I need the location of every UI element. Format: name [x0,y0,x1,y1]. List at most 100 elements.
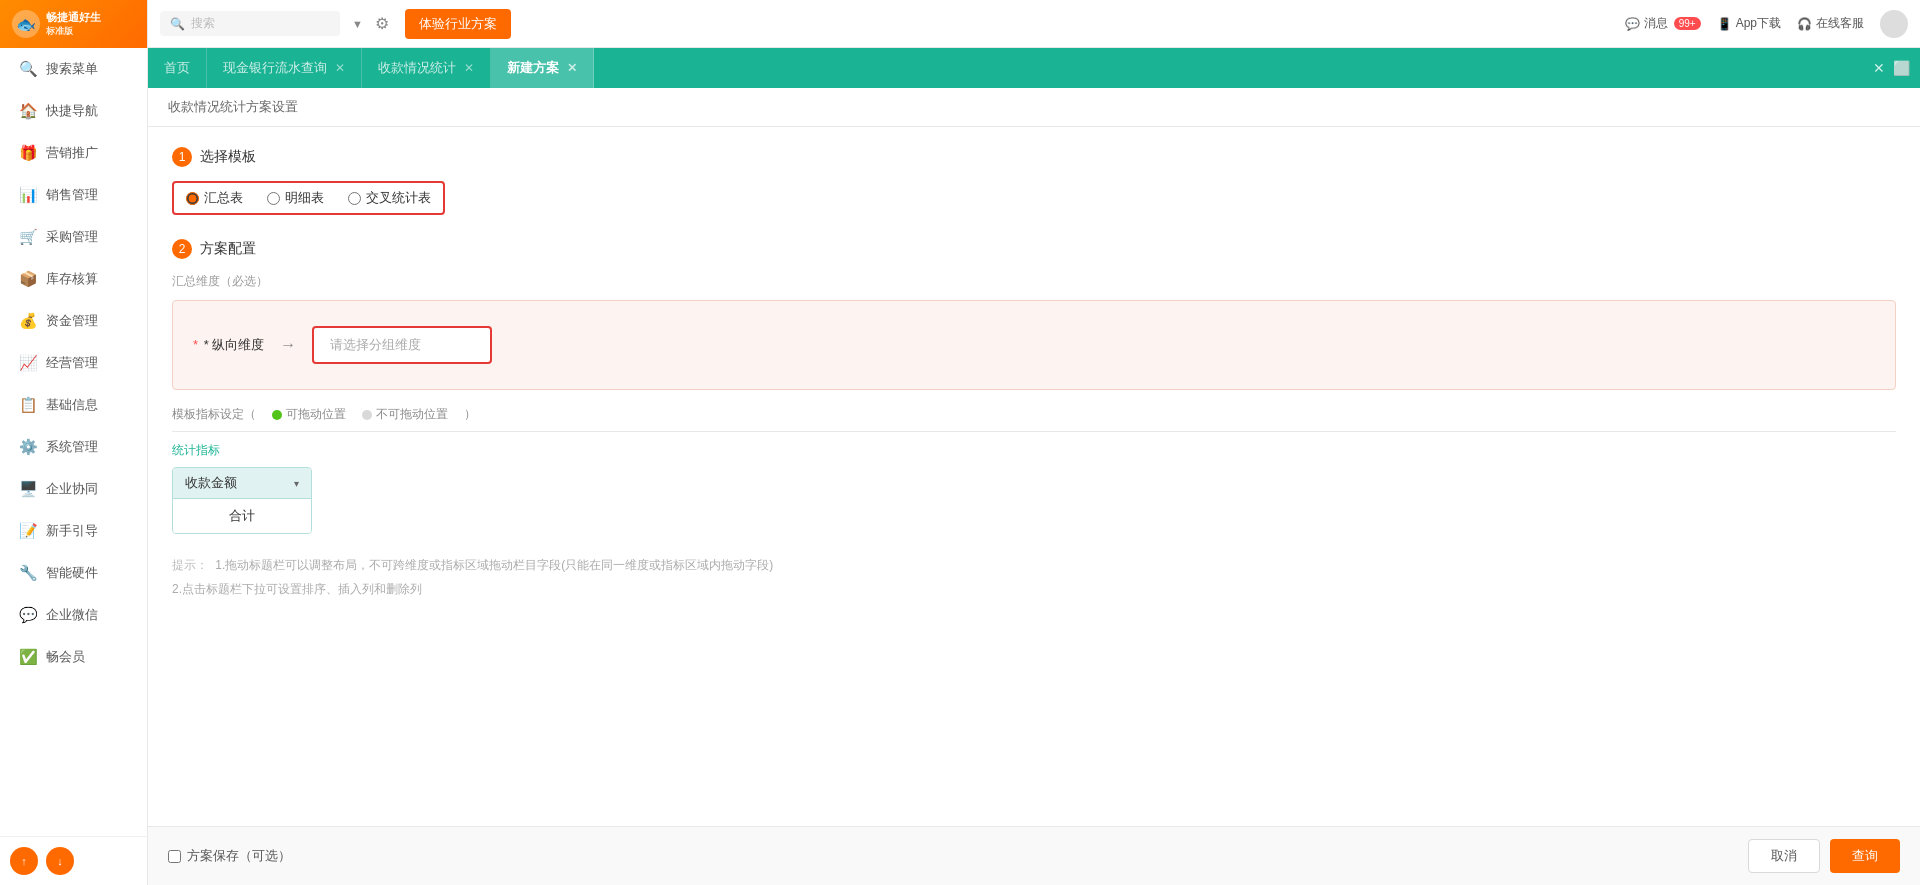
sidebar-footer-icon2[interactable]: ↓ [46,847,74,875]
template-radio-detail[interactable] [267,192,280,205]
system-icon: ⚙️ [19,438,38,456]
tabs-bar: 首页 现金银行流水查询 ✕ 收款情况统计 ✕ 新建方案 ✕ ✕ ⬜ [148,48,1920,88]
trial-button[interactable]: 体验行业方案 [405,9,511,39]
sidebar-item-sales[interactable]: 📊 销售管理 [0,174,147,216]
operations-icon: 📈 [19,354,38,372]
hardware-icon: 🔧 [19,564,38,582]
cancel-button[interactable]: 取消 [1748,839,1820,873]
funds-icon: 💰 [19,312,38,330]
save-checkbox[interactable] [168,850,181,863]
template-option-detail[interactable]: 明细表 [267,189,324,207]
sidebar-item-member[interactable]: ✅ 畅会员 [0,636,147,678]
sidebar-item-search-menu[interactable]: 🔍 搜索菜单 [0,48,147,90]
tab-new-plan[interactable]: 新建方案 ✕ [491,48,594,88]
save-option[interactable]: 方案保存（可选） [168,847,291,865]
metrics-table: 收款金额 ▾ 合计 [172,467,312,534]
logo-icon: 🐟 [12,10,40,38]
inventory-icon: 📦 [19,270,38,288]
tabs-close-icon[interactable]: ✕ [1873,60,1885,76]
form-area: 1 选择模板 汇总表 明细表 交叉统计表 [148,127,1920,826]
sidebar: 🐟 畅捷通好生 标准版 🔍 搜索菜单 🏠 快捷导航 🎁 营销推广 📊 销售管理 … [0,0,148,885]
draggable-legend: 可拖动位置 [272,406,346,423]
bottom-actions: 取消 查询 [1748,839,1900,873]
topbar-right: 💬 消息 99+ 📱 App下载 🎧 在线客服 [1625,10,1908,38]
app-download-button[interactable]: 📱 App下载 [1717,15,1781,32]
content-area: 收款情况统计方案设置 1 选择模板 汇总表 明细表 [148,88,1920,885]
dimension-arrow-icon: → [280,336,296,354]
dimension-area: * * 纵向维度 → 请选择分组维度 [172,300,1896,390]
marketing-icon: 🎁 [19,144,38,162]
summary-dimension-label: 汇总维度（必选） [172,273,1896,290]
metrics-config-header: 模板指标设定（ 可拖动位置 不可拖动位置 ） [172,406,1896,432]
metrics-section-label: 统计指标 [172,442,1896,459]
sidebar-item-marketing[interactable]: 🎁 营销推广 [0,132,147,174]
service-button[interactable]: 🎧 在线客服 [1797,15,1864,32]
topbar-search[interactable]: 🔍 搜索 [160,11,340,36]
step1-number: 1 [172,147,192,167]
vertical-dimension-label: * * 纵向维度 [193,336,264,354]
step2-section: 2 方案配置 汇总维度（必选） * * 纵向维度 → 请选择分组维度 [172,239,1896,601]
tab-collection-stats-close[interactable]: ✕ [464,61,474,75]
template-option-cross[interactable]: 交叉统计表 [348,189,431,207]
enterprise-icon: 🖥️ [19,480,38,498]
tab-bank-flow[interactable]: 现金银行流水查询 ✕ [207,48,362,88]
template-radio-cross[interactable] [348,192,361,205]
step2-header: 2 方案配置 [172,239,1896,259]
topbar: 🔍 搜索 ▼ ⚙ 体验行业方案 💬 消息 99+ 📱 App下载 🎧 在线客服 [148,0,1920,48]
bottom-bar: 方案保存（可选） 取消 查询 [148,826,1920,885]
sidebar-item-operations[interactable]: 📈 经营管理 [0,342,147,384]
user-avatar[interactable] [1880,10,1908,38]
sidebar-item-hardware[interactable]: 🔧 智能硬件 [0,552,147,594]
metrics-table-header[interactable]: 收款金额 ▾ [173,468,311,499]
sidebar-footer-icon1[interactable]: ↑ [10,847,38,875]
page-title: 收款情况统计方案设置 [148,88,1920,127]
sidebar-item-system[interactable]: ⚙️ 系统管理 [0,426,147,468]
guide-icon: 📝 [19,522,38,540]
step1-header: 1 选择模板 [172,147,1896,167]
query-button[interactable]: 查询 [1830,839,1900,873]
sidebar-nav: 🔍 搜索菜单 🏠 快捷导航 🎁 营销推广 📊 销售管理 🛒 采购管理 📦 库存核… [0,48,147,836]
sidebar-item-basic-info[interactable]: 📋 基础信息 [0,384,147,426]
purchase-icon: 🛒 [19,228,38,246]
step1-title: 选择模板 [200,148,256,166]
tip1: 提示： 1.拖动标题栏可以调整布局，不可跨维度或指标区域拖动栏目字段(只能在同一… [172,553,1896,577]
sidebar-item-purchase[interactable]: 🛒 采购管理 [0,216,147,258]
dimension-select[interactable]: 请选择分组维度 [312,326,492,364]
tab-bank-flow-close[interactable]: ✕ [335,61,345,75]
metrics-table-total-cell: 合计 [173,499,311,533]
messages-button[interactable]: 💬 消息 99+ [1625,15,1701,32]
search-icon: 🔍 [170,17,185,31]
dimension-row: * * 纵向维度 → 请选择分组维度 [193,326,492,364]
member-icon: ✅ [19,648,38,666]
sidebar-item-guide[interactable]: 📝 新手引导 [0,510,147,552]
template-option-summary[interactable]: 汇总表 [186,189,243,207]
sidebar-item-quick-nav[interactable]: 🏠 快捷导航 [0,90,147,132]
sidebar-footer: ↑ ↓ [0,836,147,885]
sales-icon: 📊 [19,186,38,204]
topbar-settings-icon[interactable]: ⚙ [375,14,389,33]
column-header-chevron-icon[interactable]: ▾ [294,478,299,489]
tab-home[interactable]: 首页 [148,48,207,88]
draggable-dot-icon [272,410,282,420]
sidebar-item-inventory[interactable]: 📦 库存核算 [0,258,147,300]
sidebar-logo: 🐟 畅捷通好生 标准版 [0,0,147,48]
sidebar-item-wechat[interactable]: 💬 企业微信 [0,594,147,636]
fixed-legend: 不可拖动位置 [362,406,448,423]
sidebar-item-funds[interactable]: 💰 资金管理 [0,300,147,342]
tips-area: 提示： 1.拖动标题栏可以调整布局，不可跨维度或指标区域拖动栏目字段(只能在同一… [172,553,1896,601]
search-input[interactable]: 搜索 [191,15,215,32]
topbar-dropdown-icon[interactable]: ▼ [352,18,363,30]
basic-info-icon: 📋 [19,396,38,414]
sidebar-item-enterprise[interactable]: 🖥️ 企业协同 [0,468,147,510]
download-icon: 📱 [1717,17,1732,31]
fixed-dot-icon [362,410,372,420]
tab-collection-stats[interactable]: 收款情况统计 ✕ [362,48,491,88]
step1-section: 1 选择模板 汇总表 明细表 交叉统计表 [172,147,1896,215]
template-radio-summary[interactable] [186,192,199,205]
tabs-expand-icon[interactable]: ⬜ [1893,60,1910,76]
tab-new-plan-close[interactable]: ✕ [567,61,577,75]
message-icon: 💬 [1625,17,1640,31]
main-area: 🔍 搜索 ▼ ⚙ 体验行业方案 💬 消息 99+ 📱 App下载 🎧 在线客服 [148,0,1920,885]
step2-number: 2 [172,239,192,259]
logo-text: 畅捷通好生 标准版 [46,10,101,37]
